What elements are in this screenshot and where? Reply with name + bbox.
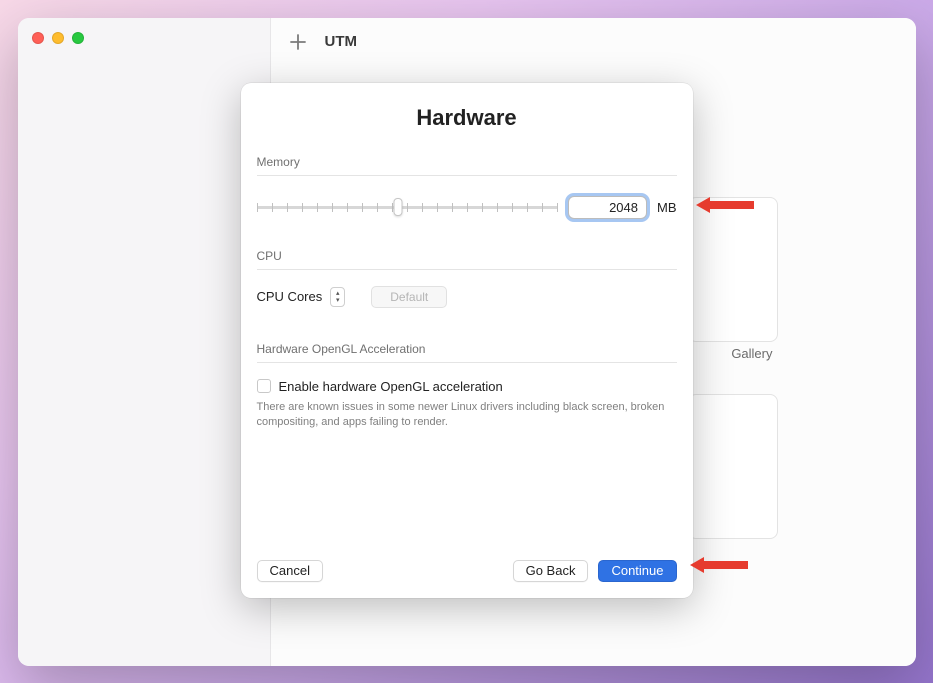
toolbar: UTM (271, 18, 916, 66)
divider (257, 175, 677, 176)
gallery-label: Gallery (731, 346, 772, 361)
dialog-title: Hardware (241, 83, 693, 149)
close-window-button[interactable] (32, 32, 44, 44)
divider (257, 269, 677, 270)
annotation-arrow-continue (690, 555, 748, 575)
sidebar (18, 18, 271, 666)
cpu-row: CPU Cores ▴ ▾ Default (257, 284, 677, 328)
memory-row: MB (257, 190, 677, 233)
cpu-cores-label: CPU Cores (257, 289, 323, 304)
card-secondary (688, 394, 778, 539)
cpu-default-button[interactable]: Default (371, 286, 447, 308)
go-back-button[interactable]: Go Back (513, 560, 589, 582)
memory-section-label: Memory (257, 149, 677, 175)
cpu-cores-stepper[interactable]: ▴ ▾ (330, 287, 345, 307)
opengl-checkbox[interactable] (257, 379, 271, 393)
fullscreen-window-button[interactable] (72, 32, 84, 44)
divider (257, 362, 677, 363)
continue-button[interactable]: Continue (598, 560, 676, 582)
app-window: UTM Gallery t Hardware Memory (18, 18, 916, 666)
chevron-down-icon: ▾ (336, 297, 340, 304)
annotation-arrow-memory (696, 195, 754, 215)
opengl-section-label: Hardware OpenGL Acceleration (257, 336, 677, 362)
hardware-dialog: Hardware Memory MB CPU (241, 83, 693, 598)
slider-thumb[interactable] (394, 198, 403, 216)
slider-track (257, 206, 559, 209)
dialog-body: Memory MB CPU CPU Cores (241, 149, 693, 548)
opengl-checkbox-row: Enable hardware OpenGL acceleration (257, 377, 677, 400)
opengl-checkbox-label: Enable hardware OpenGL acceleration (279, 379, 503, 394)
opengl-hint: There are known issues in some newer Lin… (257, 400, 677, 431)
window-controls (18, 18, 270, 58)
toolbar-title: UTM (325, 33, 358, 50)
slider-ticks (257, 206, 559, 209)
cpu-section-label: CPU (257, 243, 677, 269)
chevron-up-icon: ▴ (336, 290, 340, 297)
gallery-card (688, 197, 778, 342)
memory-slider[interactable] (257, 197, 559, 217)
memory-input[interactable] (568, 196, 647, 219)
cancel-button[interactable]: Cancel (257, 560, 323, 582)
dialog-footer: Cancel Go Back Continue (241, 548, 693, 598)
add-icon[interactable] (289, 33, 307, 51)
memory-unit: MB (657, 200, 677, 215)
minimize-window-button[interactable] (52, 32, 64, 44)
